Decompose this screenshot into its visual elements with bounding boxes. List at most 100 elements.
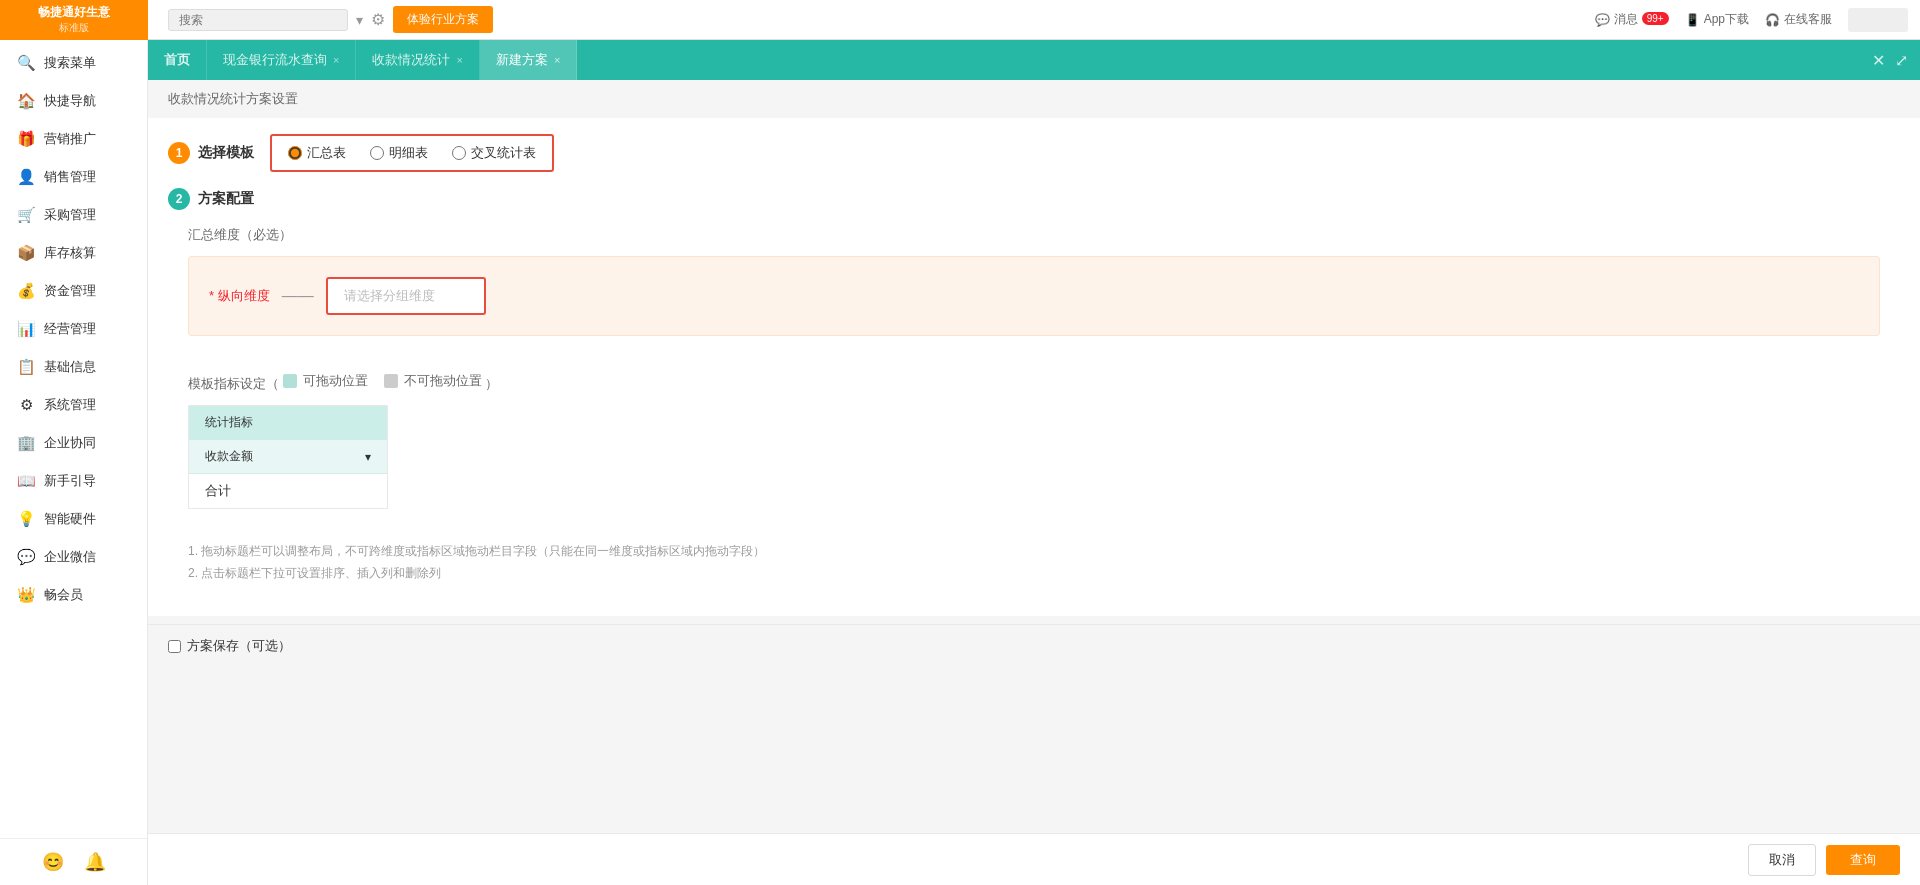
tab-new-plan-close[interactable] (554, 54, 560, 66)
sidebar-label-inventory: 库存核算 (44, 244, 96, 262)
sidebar-item-finance[interactable]: 💰 资金管理 (0, 272, 147, 310)
sidebar-item-management[interactable]: 📊 经营管理 (0, 310, 147, 348)
sidebar-nav: 🔍 搜索菜单 🏠 快捷导航 🎁 营销推广 👤 销售管理 🛒 采购管理 📦 (0, 40, 147, 838)
sidebar-label-guide: 新手引导 (44, 472, 96, 490)
sidebar-item-member[interactable]: 👑 畅会员 (0, 576, 147, 614)
cancel-button[interactable]: 取消 (1748, 844, 1816, 876)
sidebar-label-basic: 基础信息 (44, 358, 96, 376)
sidebar-item-wechat[interactable]: 💬 企业微信 (0, 538, 147, 576)
sidebar-item-inventory[interactable]: 📦 库存核算 (0, 234, 147, 272)
sidebar-label-purchase: 采购管理 (44, 206, 96, 224)
gift-icon: 🎁 (16, 130, 36, 148)
sidebar-item-search[interactable]: 🔍 搜索菜单 (0, 44, 147, 82)
radio-detail-input[interactable] (370, 146, 384, 160)
sidebar-item-enterprise[interactable]: 🏢 企业协同 (0, 424, 147, 462)
sidebar-bottom-icon1[interactable]: 😊 (42, 851, 64, 873)
app-download-group[interactable]: 📱 App下载 (1685, 11, 1749, 28)
metrics-table-header: 统计指标 (189, 406, 387, 440)
sidebar: 🔍 搜索菜单 🏠 快捷导航 🎁 营销推广 👤 销售管理 🛒 采购管理 📦 (0, 40, 148, 885)
sidebar-item-purchase[interactable]: 🛒 采购管理 (0, 196, 147, 234)
tab-home[interactable]: 首页 (148, 40, 207, 80)
sidebar-item-hardware[interactable]: 💡 智能硬件 (0, 500, 147, 538)
tab-cashflow-close[interactable] (333, 54, 339, 66)
chevron-down-icon[interactable]: ▾ (356, 12, 363, 28)
query-button[interactable]: 查询 (1826, 845, 1900, 875)
main-layout: 🔍 搜索菜单 🏠 快捷导航 🎁 营销推广 👤 销售管理 🛒 采购管理 📦 (0, 40, 1920, 885)
radio-summary-label: 汇总表 (307, 144, 346, 162)
stats-row-total: 合计 (189, 474, 387, 508)
stats-col-dropdown-icon[interactable]: ▾ (365, 450, 371, 464)
hardware-icon: 💡 (16, 510, 36, 528)
radio-detail[interactable]: 明细表 (370, 144, 428, 162)
radio-detail-label: 明细表 (389, 144, 428, 162)
sidebar-bottom: 😊 🔔 (0, 838, 147, 885)
drag-fixed-dot (384, 374, 398, 388)
inventory-icon: 📦 (16, 244, 36, 262)
sidebar-label-member: 畅会员 (44, 586, 83, 604)
sidebar-label-home: 快捷导航 (44, 92, 96, 110)
drag-legend: 可拖动位置 不可拖动位置 (283, 372, 482, 390)
message-icon: 💬 (1595, 13, 1610, 27)
guide-icon: 📖 (16, 472, 36, 490)
purchase-icon: 🛒 (16, 206, 36, 224)
tab-cashflow-label: 现金银行流水查询 (223, 51, 327, 69)
close-window-icon[interactable]: ✕ (1872, 51, 1885, 70)
sidebar-item-sales[interactable]: 👤 销售管理 (0, 158, 147, 196)
sidebar-item-guide[interactable]: 📖 新手引导 (0, 462, 147, 500)
tab-receipt-close[interactable] (456, 54, 462, 66)
top-bar: 畅捷通好生意 标准版 ▾ ⚙ 体验行业方案 💬 消息 99+ 📱 App下载 🎧… (0, 0, 1920, 40)
step2-title: 方案配置 (198, 190, 254, 208)
search-input[interactable] (168, 9, 348, 31)
radio-cross-input[interactable] (452, 146, 466, 160)
metrics-table: 统计指标 收款金额 ▾ 合计 (188, 405, 388, 509)
dimension-config: 汇总维度（必选） * 纵向维度 —— 请选择分组维度 (168, 226, 1900, 356)
tip2: 2. 点击标题栏下拉可设置排序、插入列和删除列 (188, 563, 1880, 585)
stats-label: 统计指标 (205, 414, 253, 431)
radio-cross[interactable]: 交叉统计表 (452, 144, 536, 162)
save-option[interactable]: 方案保存（可选） (168, 637, 291, 655)
sidebar-label-sales: 销售管理 (44, 168, 96, 186)
sidebar-label-finance: 资金管理 (44, 282, 96, 300)
management-icon: 📊 (16, 320, 36, 338)
dimension-select[interactable]: 请选择分组维度 (326, 277, 486, 315)
radio-cross-label: 交叉统计表 (471, 144, 536, 162)
tip1: 1. 拖动标题栏可以调整布局，不可跨维度或指标区域拖动栏目字段（只能在同一维度或… (188, 541, 1880, 563)
home-icon: 🏠 (16, 92, 36, 110)
system-icon: ⚙ (16, 396, 36, 414)
step1-badge: 1 (168, 142, 190, 164)
online-service-group[interactable]: 🎧 在线客服 (1765, 11, 1832, 28)
drag-movable-dot (283, 374, 297, 388)
tab-cashflow[interactable]: 现金银行流水查询 (207, 40, 356, 80)
sidebar-item-system[interactable]: ⚙ 系统管理 (0, 386, 147, 424)
industry-btn[interactable]: 体验行业方案 (393, 6, 493, 33)
message-label: 消息 (1614, 11, 1638, 28)
form-card: 1 选择模板 汇总表 明细表 交 (148, 118, 1920, 616)
step1-section: 1 选择模板 汇总表 明细表 交 (168, 134, 1900, 172)
save-checkbox[interactable] (168, 640, 181, 653)
tips-section: 1. 拖动标题栏可以调整布局，不可跨维度或指标区域拖动栏目字段（只能在同一维度或… (168, 525, 1900, 600)
user-avatar[interactable] (1848, 8, 1908, 32)
tab-bar-right: ✕ ⤢ (1860, 40, 1920, 80)
member-icon: 👑 (16, 586, 36, 604)
action-bar: 取消 查询 (148, 833, 1920, 885)
metrics-section: 模板指标设定（ 可拖动位置 不可拖动位置 ） (168, 356, 1900, 525)
gear-icon[interactable]: ⚙ (371, 10, 385, 29)
stats-col-header[interactable]: 收款金额 ▾ (189, 440, 387, 474)
app-download-label: App下载 (1704, 11, 1749, 28)
tab-new-plan[interactable]: 新建方案 (480, 40, 577, 80)
breadcrumb-text: 收款情况统计方案设置 (168, 91, 298, 106)
sidebar-item-basic[interactable]: 📋 基础信息 (0, 348, 147, 386)
message-group[interactable]: 💬 消息 99+ (1595, 11, 1669, 28)
sidebar-item-home[interactable]: 🏠 快捷导航 (0, 82, 147, 120)
radio-summary-input[interactable] (288, 146, 302, 160)
radio-summary[interactable]: 汇总表 (288, 144, 346, 162)
sidebar-bottom-icon2[interactable]: 🔔 (84, 851, 106, 873)
maximize-icon[interactable]: ⤢ (1895, 51, 1908, 70)
tab-bar: 首页 现金银行流水查询 收款情况统计 新建方案 ✕ ⤢ (148, 40, 1920, 80)
step1-title: 选择模板 (198, 144, 254, 162)
tab-receipt[interactable]: 收款情况统计 (356, 40, 479, 80)
logo-text: 畅捷通好生意 (38, 4, 110, 21)
online-service-label: 在线客服 (1784, 11, 1832, 28)
search-icon: 🔍 (16, 54, 36, 72)
sidebar-item-marketing[interactable]: 🎁 营销推广 (0, 120, 147, 158)
